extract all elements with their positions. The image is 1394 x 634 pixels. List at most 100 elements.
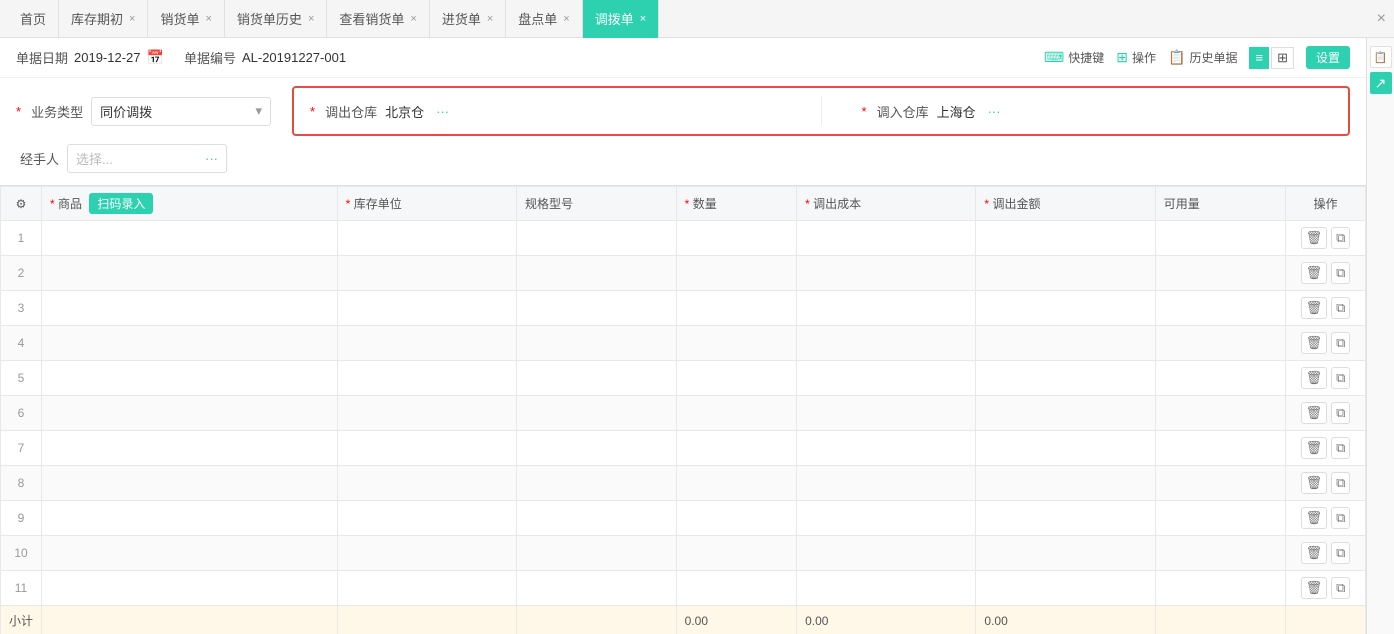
row-4-product[interactable] (42, 326, 338, 361)
row-2-available[interactable] (1155, 256, 1285, 291)
layout-btn-grid[interactable]: ⊞ (1271, 47, 1294, 69)
row-7-quantity[interactable] (676, 431, 796, 466)
row-1-available[interactable] (1155, 221, 1285, 256)
delete-btn-10[interactable]: 🗑 (1301, 542, 1328, 564)
row-11-available[interactable] (1155, 571, 1285, 606)
row-11-quantity[interactable] (676, 571, 796, 606)
delete-btn-4[interactable]: 🗑 (1301, 332, 1328, 354)
person-select[interactable]: 选择... ··· (67, 144, 227, 173)
row-5-quantity[interactable] (676, 361, 796, 396)
row-11-product[interactable] (42, 571, 338, 606)
tab-close-sales-history[interactable]: × (308, 13, 314, 25)
row-1-cost[interactable] (797, 221, 976, 256)
settings-button[interactable]: 设置 (1306, 46, 1350, 69)
delete-btn-3[interactable]: 🗑 (1301, 297, 1328, 319)
row-10-quantity[interactable] (676, 536, 796, 571)
row-6-unit[interactable] (337, 396, 516, 431)
shortcuts-action[interactable]: ⌨ 快捷键 (1044, 49, 1104, 66)
scan-btn[interactable]: 扫码录入 (89, 193, 153, 214)
row-10-cost[interactable] (797, 536, 976, 571)
tab-transfer-order[interactable]: 调拨单 × (583, 0, 659, 38)
operations-action[interactable]: ⊞ 操作 (1116, 49, 1156, 66)
tab-close-sales-order[interactable]: × (205, 13, 211, 25)
tab-view-sales[interactable]: 查看销货单 × (327, 0, 429, 38)
business-type-select[interactable]: 同价调拨 ▾ (91, 97, 271, 126)
row-6-available[interactable] (1155, 396, 1285, 431)
row-11-unit[interactable] (337, 571, 516, 606)
row-4-unit[interactable] (337, 326, 516, 361)
delete-btn-2[interactable]: 🗑 (1301, 262, 1328, 284)
row-3-spec[interactable] (517, 291, 677, 326)
row-8-quantity[interactable] (676, 466, 796, 501)
tab-close-purchase-order[interactable]: × (487, 13, 493, 25)
row-4-amount[interactable] (976, 326, 1155, 361)
row-4-available[interactable] (1155, 326, 1285, 361)
copy-btn-6[interactable]: ⧉ (1331, 402, 1350, 424)
row-2-unit[interactable] (337, 256, 516, 291)
row-9-quantity[interactable] (676, 501, 796, 536)
panel-doc-btn[interactable]: 📋 (1370, 46, 1392, 68)
copy-btn-5[interactable]: ⧉ (1331, 367, 1350, 389)
delete-btn-6[interactable]: 🗑 (1301, 402, 1328, 424)
global-close-icon[interactable]: × (1377, 10, 1386, 28)
tab-close-transfer-order[interactable]: × (640, 13, 646, 25)
row-10-unit[interactable] (337, 536, 516, 571)
row-9-amount[interactable] (976, 501, 1155, 536)
tab-sales-order[interactable]: 销货单 × (148, 0, 224, 38)
row-7-cost[interactable] (797, 431, 976, 466)
row-7-unit[interactable] (337, 431, 516, 466)
row-2-quantity[interactable] (676, 256, 796, 291)
row-2-amount[interactable] (976, 256, 1155, 291)
delete-btn-5[interactable]: 🗑 (1301, 367, 1328, 389)
row-6-product[interactable] (42, 396, 338, 431)
delete-btn-8[interactable]: 🗑 (1301, 472, 1328, 494)
copy-btn-4[interactable]: ⧉ (1331, 332, 1350, 354)
tab-close-inventory-init[interactable]: × (129, 13, 135, 25)
tab-home[interactable]: 首页 (8, 0, 59, 38)
transfer-out-more-btn[interactable]: ··· (436, 104, 449, 119)
row-11-cost[interactable] (797, 571, 976, 606)
row-11-amount[interactable] (976, 571, 1155, 606)
copy-btn-11[interactable]: ⧉ (1331, 577, 1350, 599)
tab-sales-history[interactable]: 销货单历史 × (225, 0, 327, 38)
row-6-spec[interactable] (517, 396, 677, 431)
row-3-amount[interactable] (976, 291, 1155, 326)
layout-btn-list[interactable]: ≡ (1249, 47, 1269, 69)
row-2-spec[interactable] (517, 256, 677, 291)
col-settings[interactable]: ⚙ (1, 187, 42, 221)
tab-close-inventory-count[interactable]: × (563, 13, 569, 25)
row-11-spec[interactable] (517, 571, 677, 606)
row-8-unit[interactable] (337, 466, 516, 501)
row-8-spec[interactable] (517, 466, 677, 501)
copy-btn-9[interactable]: ⧉ (1331, 507, 1350, 529)
copy-btn-10[interactable]: ⧉ (1331, 542, 1350, 564)
row-9-spec[interactable] (517, 501, 677, 536)
row-9-unit[interactable] (337, 501, 516, 536)
transfer-in-more-btn[interactable]: ··· (988, 104, 1001, 119)
row-9-cost[interactable] (797, 501, 976, 536)
row-10-spec[interactable] (517, 536, 677, 571)
row-1-spec[interactable] (517, 221, 677, 256)
delete-btn-1[interactable]: 🗑 (1301, 227, 1328, 249)
row-3-cost[interactable] (797, 291, 976, 326)
row-4-quantity[interactable] (676, 326, 796, 361)
person-more-btn[interactable]: ··· (205, 151, 218, 166)
row-6-quantity[interactable] (676, 396, 796, 431)
row-3-available[interactable] (1155, 291, 1285, 326)
row-3-unit[interactable] (337, 291, 516, 326)
row-4-cost[interactable] (797, 326, 976, 361)
row-7-spec[interactable] (517, 431, 677, 466)
row-1-amount[interactable] (976, 221, 1155, 256)
row-7-available[interactable] (1155, 431, 1285, 466)
row-7-amount[interactable] (976, 431, 1155, 466)
row-4-spec[interactable] (517, 326, 677, 361)
settings-icon[interactable]: ⚙ (16, 197, 27, 211)
copy-btn-1[interactable]: ⧉ (1331, 227, 1350, 249)
delete-btn-7[interactable]: 🗑 (1301, 437, 1328, 459)
delete-btn-11[interactable]: 🗑 (1301, 577, 1328, 599)
calendar-icon[interactable]: 📅 (147, 49, 164, 66)
copy-btn-8[interactable]: ⧉ (1331, 472, 1350, 494)
row-5-spec[interactable] (517, 361, 677, 396)
row-6-cost[interactable] (797, 396, 976, 431)
row-9-available[interactable] (1155, 501, 1285, 536)
